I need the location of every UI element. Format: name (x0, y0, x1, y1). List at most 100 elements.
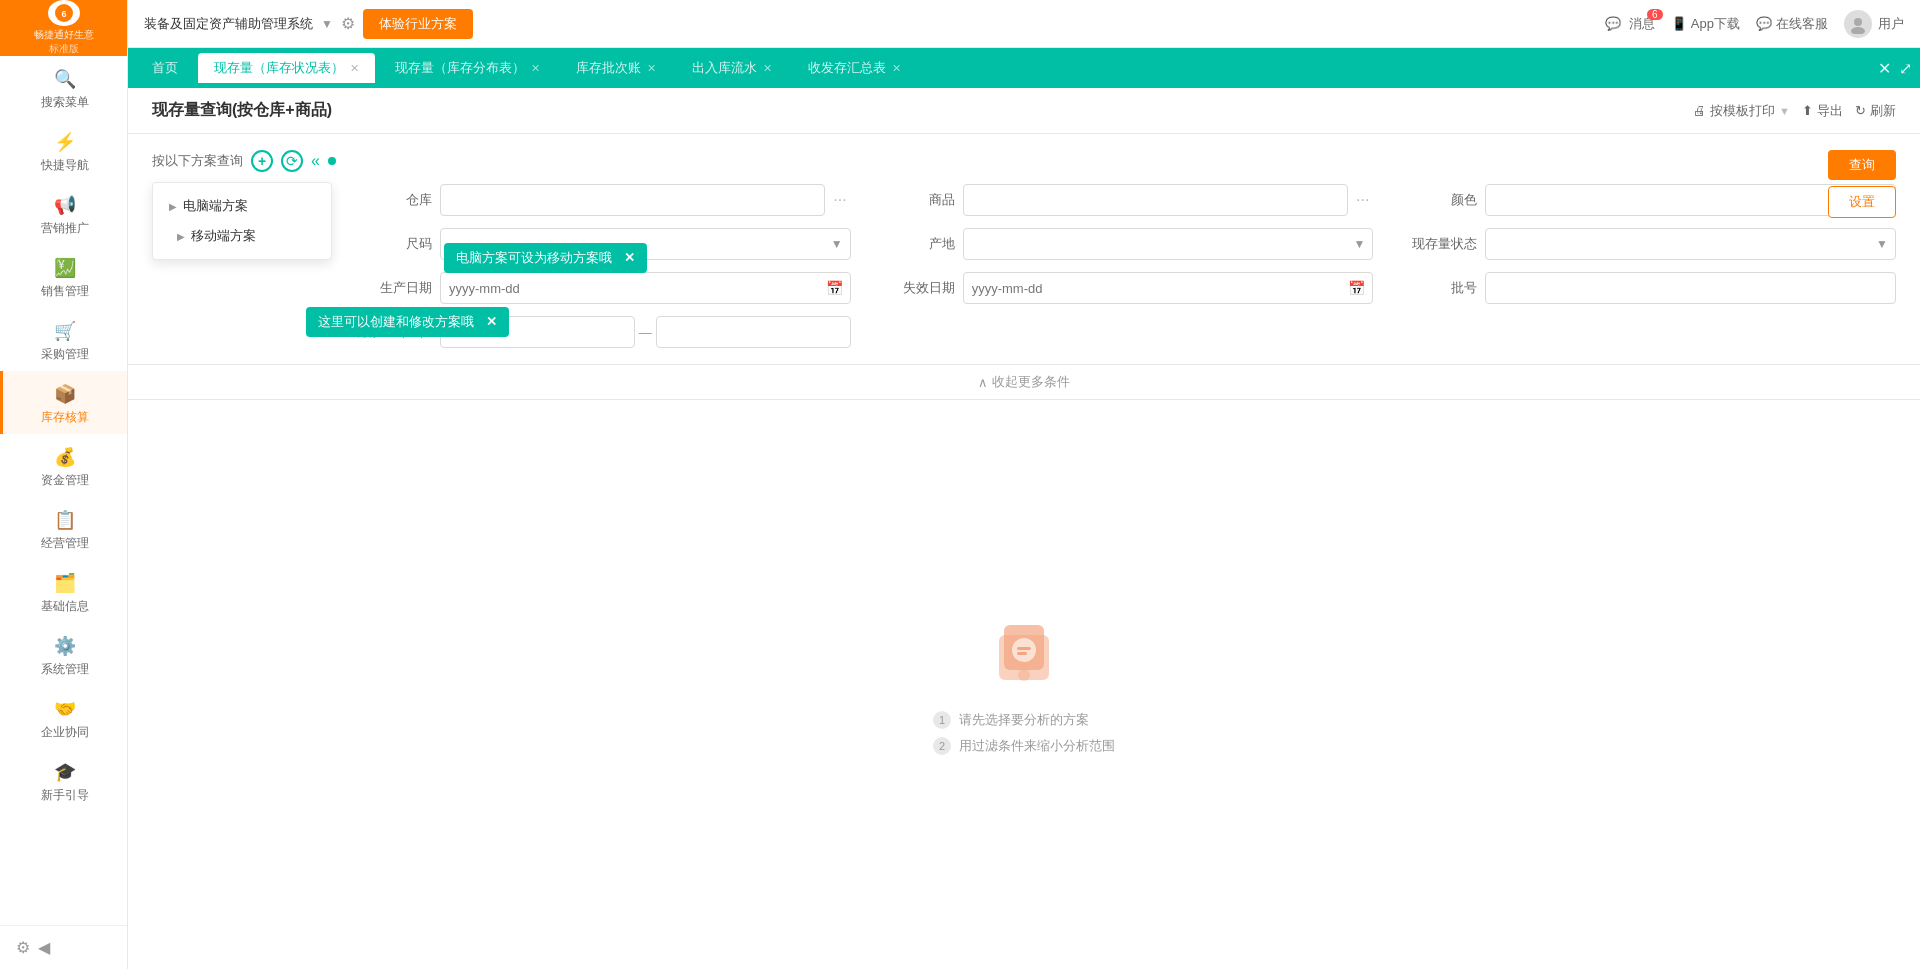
tab-close-stock_status[interactable]: ✕ (350, 62, 359, 75)
refresh-label: 刷新 (1870, 102, 1896, 120)
sidebar-item-purchase[interactable]: 🛒 采购管理 (0, 308, 127, 371)
tab-close-in_out_flow[interactable]: ✕ (763, 62, 772, 75)
refresh-btn[interactable]: ↻ 刷新 (1855, 102, 1896, 120)
filter-row-warehouse: 仓库 ··· (352, 184, 851, 216)
reset-btn[interactable]: 设置 (1828, 186, 1896, 218)
size-label: 尺码 (352, 235, 432, 253)
sidebar-item-finance[interactable]: 💰 资金管理 (0, 434, 127, 497)
app-download-label: App下载 (1691, 15, 1740, 33)
scheme-item-mobile[interactable]: ▶ 移动端方案 (153, 221, 331, 251)
settings-header-icon[interactable]: ⚙ (341, 14, 355, 33)
stock-status-select[interactable] (1485, 228, 1896, 260)
tab-receive_summary[interactable]: 收发存汇总表✕ (792, 53, 917, 83)
message-icon: 💬 (1605, 16, 1621, 31)
page-actions: 🖨 按模板打印 ▼ ⬆ 导出 ↻ 刷新 (1693, 102, 1896, 120)
tooltip-desktop-scheme: 电脑方案可设为移动方案哦 ✕ (444, 243, 647, 273)
stock-main-to[interactable] (656, 316, 851, 348)
close-all-icon[interactable]: ✕ (1878, 59, 1891, 78)
operation-label: 经营管理 (41, 535, 89, 552)
page-header: 现存量查询(按仓库+商品) 🖨 按模板打印 ▼ ⬆ 导出 ↻ 刷新 (128, 88, 1920, 134)
filter-row-expire-date: 失效日期 📅 (875, 272, 1374, 304)
tab-close-receive_summary[interactable]: ✕ (892, 62, 901, 75)
scheme-item-desktop[interactable]: ▶ 电脑端方案 (153, 191, 331, 221)
sidebar-item-operation[interactable]: 📋 经营管理 (0, 497, 127, 560)
sidebar-item-corp[interactable]: 🤝 企业协同 (0, 686, 127, 749)
print-arrow: ▼ (1779, 105, 1790, 117)
color-label: 颜色 (1397, 191, 1477, 209)
active-indicator (328, 157, 336, 165)
sidebar-item-sales[interactable]: 💹 销售管理 (0, 245, 127, 308)
sidebar-item-base[interactable]: 🗂️ 基础信息 (0, 560, 127, 623)
sidebar-item-stock[interactable]: 📦 库存核算 (0, 371, 127, 434)
sidebar-item-guide[interactable]: 🎓 新手引导 (0, 749, 127, 812)
app-download-icon: 📱 (1671, 16, 1687, 31)
filter-add-btn[interactable]: + (251, 150, 273, 172)
guide-label: 新手引导 (41, 787, 89, 804)
purchase-label: 采购管理 (41, 346, 89, 363)
collapse-row: ∧ 收起更多条件 (128, 365, 1920, 400)
expand-arrow: ▶ (169, 201, 177, 212)
expand-icon[interactable]: ⤢ (1899, 59, 1912, 78)
tooltip-create-scheme: 这里可以创建和修改方案哦 ✕ (306, 307, 509, 337)
batch-input[interactable] (1485, 272, 1896, 304)
print-btn[interactable]: 🖨 按模板打印 ▼ (1693, 102, 1790, 120)
tip-text-1: 请先选择要分析的方案 (959, 711, 1089, 729)
tab-batch_ledger[interactable]: 库存批次账 ✕ (560, 53, 672, 83)
expire-date-label: 失效日期 (875, 279, 955, 297)
query-btn[interactable]: 查询 (1828, 150, 1896, 180)
logo-icon: 6 (48, 0, 80, 26)
app-download[interactable]: 📱 App下载 (1671, 15, 1740, 33)
sidebar-item-search[interactable]: 🔍 搜索菜单 (0, 56, 127, 119)
message-area[interactable]: 💬 6 消息 (1605, 15, 1655, 33)
operation-icon: 📋 (54, 509, 76, 531)
online-support[interactable]: 💬 在线客服 (1756, 15, 1828, 33)
tab-stock_status[interactable]: 现存量（库存状况表）✕ (198, 53, 375, 83)
warehouse-label: 仓库 (352, 191, 432, 209)
filter-scheme-btn[interactable]: ⟳ (281, 150, 303, 172)
base-icon: 🗂️ (54, 572, 76, 594)
range-sep: — (639, 325, 652, 340)
svg-text:6: 6 (61, 9, 66, 19)
system-title: 装备及固定资产辅助管理系统 (144, 15, 313, 33)
scheme-mobile-label: 移动端方案 (191, 227, 256, 245)
tooltip2-text: 这里可以创建和修改方案哦 (318, 314, 474, 329)
experience-btn[interactable]: 体验行业方案 (363, 9, 473, 39)
tab-close-stock_dist[interactable]: ✕ (531, 62, 540, 75)
sales-icon: 💹 (54, 257, 76, 279)
filter-row-goods: 商品 ··· (875, 184, 1374, 216)
query-buttons: 查询 设置 (1828, 150, 1896, 218)
quick-icon: ⚡ (54, 131, 76, 153)
tab-in_out_flow[interactable]: 出入库流水✕ (676, 53, 788, 83)
empty-tip-2: 2 用过滤条件来缩小分析范围 (933, 737, 1115, 755)
tooltip2-close[interactable]: ✕ (486, 314, 497, 329)
tab-label-batch_ledger: 库存批次账 (576, 59, 641, 77)
filter-back-arrow[interactable]: « (311, 152, 320, 170)
sidebar-item-system[interactable]: ⚙️ 系统管理 (0, 623, 127, 686)
tooltip1-close[interactable]: ✕ (624, 250, 635, 265)
system-title-arrow[interactable]: ▼ (321, 17, 333, 31)
user-area[interactable]: 用户 (1844, 10, 1904, 38)
origin-select[interactable] (963, 228, 1374, 260)
sidebar-item-quick[interactable]: ⚡ 快捷导航 (0, 119, 127, 182)
warehouse-input[interactable] (440, 184, 825, 216)
tab-stock_dist[interactable]: 现存量（库存分布表） ✕ (379, 53, 556, 83)
settings-icon[interactable]: ⚙ (16, 938, 30, 957)
svg-rect-8 (1017, 652, 1027, 655)
user-avatar (1844, 10, 1872, 38)
tab-home[interactable]: 首页 (136, 53, 194, 83)
goods-more-btn[interactable]: ··· (1352, 191, 1373, 209)
tab-label-stock_dist: 现存量（库存分布表） (395, 59, 525, 77)
sidebar-bottom: ⚙ ◀ (0, 925, 127, 969)
sidebar-item-marketing[interactable]: 📢 营销推广 (0, 182, 127, 245)
expire-date-input[interactable] (963, 272, 1374, 304)
produce-date-input[interactable] (440, 272, 851, 304)
collapse-sidebar-icon[interactable]: ◀ (38, 938, 50, 957)
tab-close-batch_ledger[interactable]: ✕ (647, 62, 656, 75)
export-btn[interactable]: ⬆ 导出 (1802, 102, 1843, 120)
finance-label: 资金管理 (41, 472, 89, 489)
collapse-btn[interactable]: ∧ 收起更多条件 (978, 373, 1070, 391)
search-icon: 🔍 (54, 68, 76, 90)
warehouse-more-btn[interactable]: ··· (829, 191, 850, 209)
goods-input[interactable] (963, 184, 1348, 216)
filter-row-batch: 批号 (1397, 272, 1896, 304)
